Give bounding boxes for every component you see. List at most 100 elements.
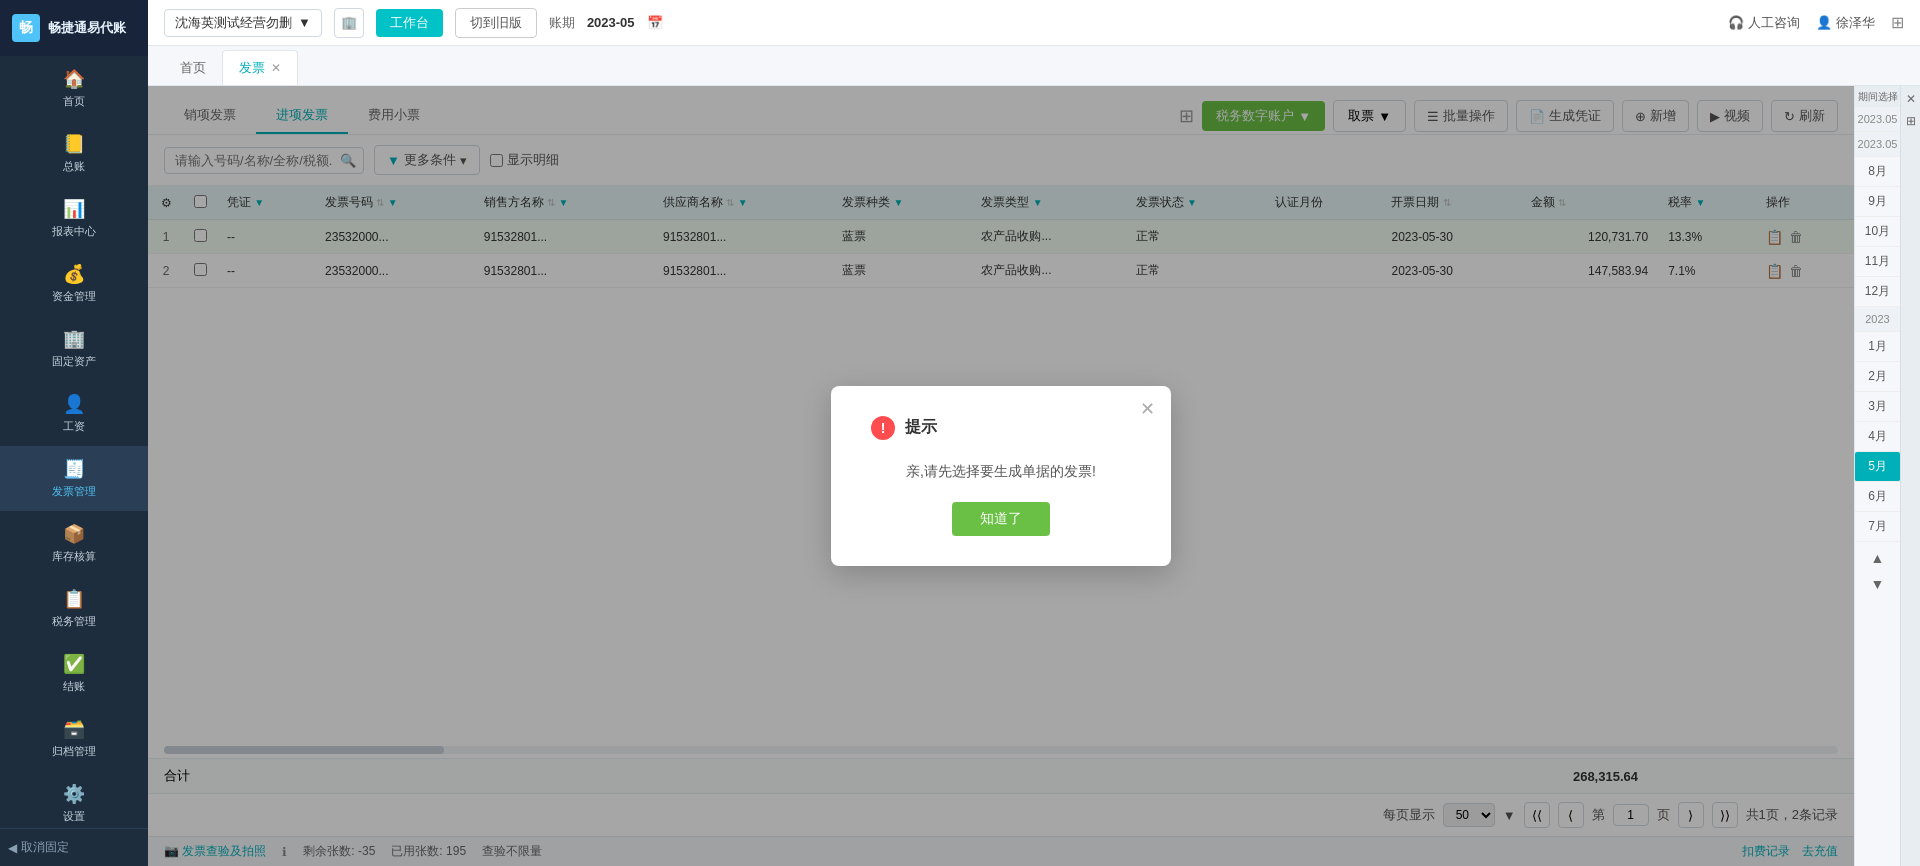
month-item-6[interactable]: 6月 xyxy=(1855,482,1900,512)
ledger-icon: 📒 xyxy=(63,133,85,155)
sidebar-unpin[interactable]: ◀ 取消固定 xyxy=(0,828,148,866)
sidebar-label-assets: 固定资产 xyxy=(52,354,96,369)
header-right: 🎧 人工咨询 👤 徐泽华 ⊞ xyxy=(1728,13,1904,32)
user-label: 徐泽华 xyxy=(1836,14,1875,32)
month-item-1[interactable]: 1月 xyxy=(1855,332,1900,362)
month-item-2023-05-top2[interactable]: 2023.05 xyxy=(1855,132,1900,157)
month-panel-up[interactable]: ▲ xyxy=(1866,546,1890,570)
sidebar-item-settle[interactable]: ✅ 结账 xyxy=(0,641,148,706)
sidebar-item-assets[interactable]: 🏢 固定资产 xyxy=(0,316,148,381)
content-area: 销项发票 进项发票 费用小票 ⊞ 税务数字账户 ▼ xyxy=(148,86,1854,866)
sidebar-label-ledger: 总账 xyxy=(63,159,85,174)
month-item-11[interactable]: 11月 xyxy=(1855,247,1900,277)
sidebar-item-inventory[interactable]: 📦 库存核算 xyxy=(0,511,148,576)
sidebar-label-archive: 归档管理 xyxy=(52,744,96,759)
sidebar-label-inventory: 库存核算 xyxy=(52,549,96,564)
sidebar-label-tax: 税务管理 xyxy=(52,614,96,629)
modal-close-button[interactable]: ✕ xyxy=(1140,398,1155,420)
invoice-icon: 🧾 xyxy=(63,458,85,480)
modal-overlay: ✕ ! 提示 亲,请先选择要生成单据的发票! 知道了 xyxy=(148,86,1854,866)
right-edge-panel: ✕ ⊞ xyxy=(1900,86,1920,866)
sidebar-label-capital: 资金管理 xyxy=(52,289,96,304)
settle-icon: ✅ xyxy=(63,653,85,675)
home-icon: 🏠 xyxy=(63,68,85,90)
tab-close-icon[interactable]: ✕ xyxy=(271,61,281,75)
warning-icon: ! xyxy=(871,416,895,440)
tab-bar: 首页 发票 ✕ xyxy=(148,46,1920,86)
month-item-8[interactable]: 8月 xyxy=(1855,157,1900,187)
user-icon: 👤 xyxy=(1816,15,1832,30)
sidebar-label-settings: 设置 xyxy=(63,809,85,824)
month-panel-down[interactable]: ▼ xyxy=(1866,572,1890,596)
settings-icon: ⚙️ xyxy=(63,783,85,805)
capital-icon: 💰 xyxy=(63,263,85,285)
logo-text: 畅捷通易代账 xyxy=(48,19,126,37)
sidebar-item-ledger[interactable]: 📒 总账 xyxy=(0,121,148,186)
main-area: 沈海英测试经营勿删 ▼ 🏢 工作台 切到旧版 账期 2023-05 📅 🎧 人工… xyxy=(148,0,1920,866)
salary-icon: 👤 xyxy=(63,393,85,415)
company-selector[interactable]: 沈海英测试经营勿删 ▼ xyxy=(164,9,322,37)
sidebar-label-salary: 工资 xyxy=(63,419,85,434)
user-menu[interactable]: 👤 徐泽华 xyxy=(1816,14,1875,32)
chevron-down-icon: ▼ xyxy=(298,15,311,30)
sidebar-item-salary[interactable]: 👤 工资 xyxy=(0,381,148,446)
top-header: 沈海英测试经营勿删 ▼ 🏢 工作台 切到旧版 账期 2023-05 📅 🎧 人工… xyxy=(148,0,1920,46)
month-item-3[interactable]: 3月 xyxy=(1855,392,1900,422)
service-label: 人工咨询 xyxy=(1748,14,1800,32)
sidebar-label-home: 首页 xyxy=(63,94,85,109)
sidebar-item-settings[interactable]: ⚙️ 设置 xyxy=(0,771,148,828)
month-item-10[interactable]: 10月 xyxy=(1855,217,1900,247)
sidebar-item-tax[interactable]: 📋 税务管理 xyxy=(0,576,148,641)
service-button[interactable]: 🎧 人工咨询 xyxy=(1728,14,1800,32)
month-item-2[interactable]: 2月 xyxy=(1855,362,1900,392)
modal-footer: 知道了 xyxy=(871,502,1131,536)
expand-icon[interactable]: ⊞ xyxy=(1891,13,1904,32)
assets-icon: 🏢 xyxy=(63,328,85,350)
workspace-button[interactable]: 工作台 xyxy=(376,9,443,37)
month-item-12[interactable]: 12月 xyxy=(1855,277,1900,307)
sidebar: 畅 畅捷通易代账 🏠 首页 📒 总账 📊 报表中心 💰 资金管理 🏢 固 xyxy=(0,0,148,866)
tax-icon: 📋 xyxy=(63,588,85,610)
modal-title-row: ! 提示 xyxy=(871,416,1131,440)
sidebar-item-archive[interactable]: 🗃️ 归档管理 xyxy=(0,706,148,771)
period-value: 2023-05 xyxy=(587,15,635,30)
building-icon: 🏢 xyxy=(341,15,357,30)
sidebar-nav: 🏠 首页 📒 总账 📊 报表中心 💰 资金管理 🏢 固定资产 👤 工资 xyxy=(0,56,148,828)
month-panel: 期间选择 2023.05 2023.05 8月 9月 10月 11月 12月 2… xyxy=(1854,86,1900,866)
right-panel-expand-btn[interactable]: ⊞ xyxy=(1902,112,1920,130)
sidebar-label-settle: 结账 xyxy=(63,679,85,694)
month-item-4[interactable]: 4月 xyxy=(1855,422,1900,452)
old-version-button[interactable]: 切到旧版 xyxy=(455,8,537,38)
sidebar-item-capital[interactable]: 💰 资金管理 xyxy=(0,251,148,316)
month-item-year-2023[interactable]: 2023 xyxy=(1855,307,1900,332)
month-item-2023-05-top[interactable]: 2023.05 xyxy=(1855,107,1900,132)
sidebar-logo: 畅 畅捷通易代账 xyxy=(0,0,148,56)
logo-icon: 畅 xyxy=(12,14,40,42)
month-item-7[interactable]: 7月 xyxy=(1855,512,1900,542)
pin-icon: ◀ xyxy=(8,841,17,855)
inventory-icon: 📦 xyxy=(63,523,85,545)
tab-invoice-label: 发票 xyxy=(239,59,265,77)
tab-invoice[interactable]: 发票 ✕ xyxy=(222,50,298,85)
month-item-5[interactable]: 5月 xyxy=(1855,452,1900,482)
sidebar-item-invoice[interactable]: 🧾 发票管理 xyxy=(0,446,148,511)
period-label: 账期 xyxy=(549,14,575,32)
sidebar-label-report: 报表中心 xyxy=(52,224,96,239)
right-panel-close-btn[interactable]: ✕ xyxy=(1902,90,1920,108)
report-icon: 📊 xyxy=(63,198,85,220)
company-name: 沈海英测试经营勿删 xyxy=(175,14,292,32)
tab-home-label: 首页 xyxy=(180,59,206,77)
unpin-label: 取消固定 xyxy=(21,839,69,856)
period-select-label: 期间选择 xyxy=(1858,91,1898,102)
calendar-icon[interactable]: 📅 xyxy=(647,15,663,30)
month-item-9[interactable]: 9月 xyxy=(1855,187,1900,217)
modal-title: 提示 xyxy=(905,417,937,438)
modal-confirm-button[interactable]: 知道了 xyxy=(952,502,1050,536)
tab-home[interactable]: 首页 xyxy=(164,51,222,85)
sidebar-item-home[interactable]: 🏠 首页 xyxy=(0,56,148,121)
modal-message: 亲,请先选择要生成单据的发票! xyxy=(871,460,1131,502)
sidebar-item-report[interactable]: 📊 报表中心 xyxy=(0,186,148,251)
sidebar-label-invoice: 发票管理 xyxy=(52,484,96,499)
archive-icon: 🗃️ xyxy=(63,718,85,740)
company-settings-button[interactable]: 🏢 xyxy=(334,8,364,38)
